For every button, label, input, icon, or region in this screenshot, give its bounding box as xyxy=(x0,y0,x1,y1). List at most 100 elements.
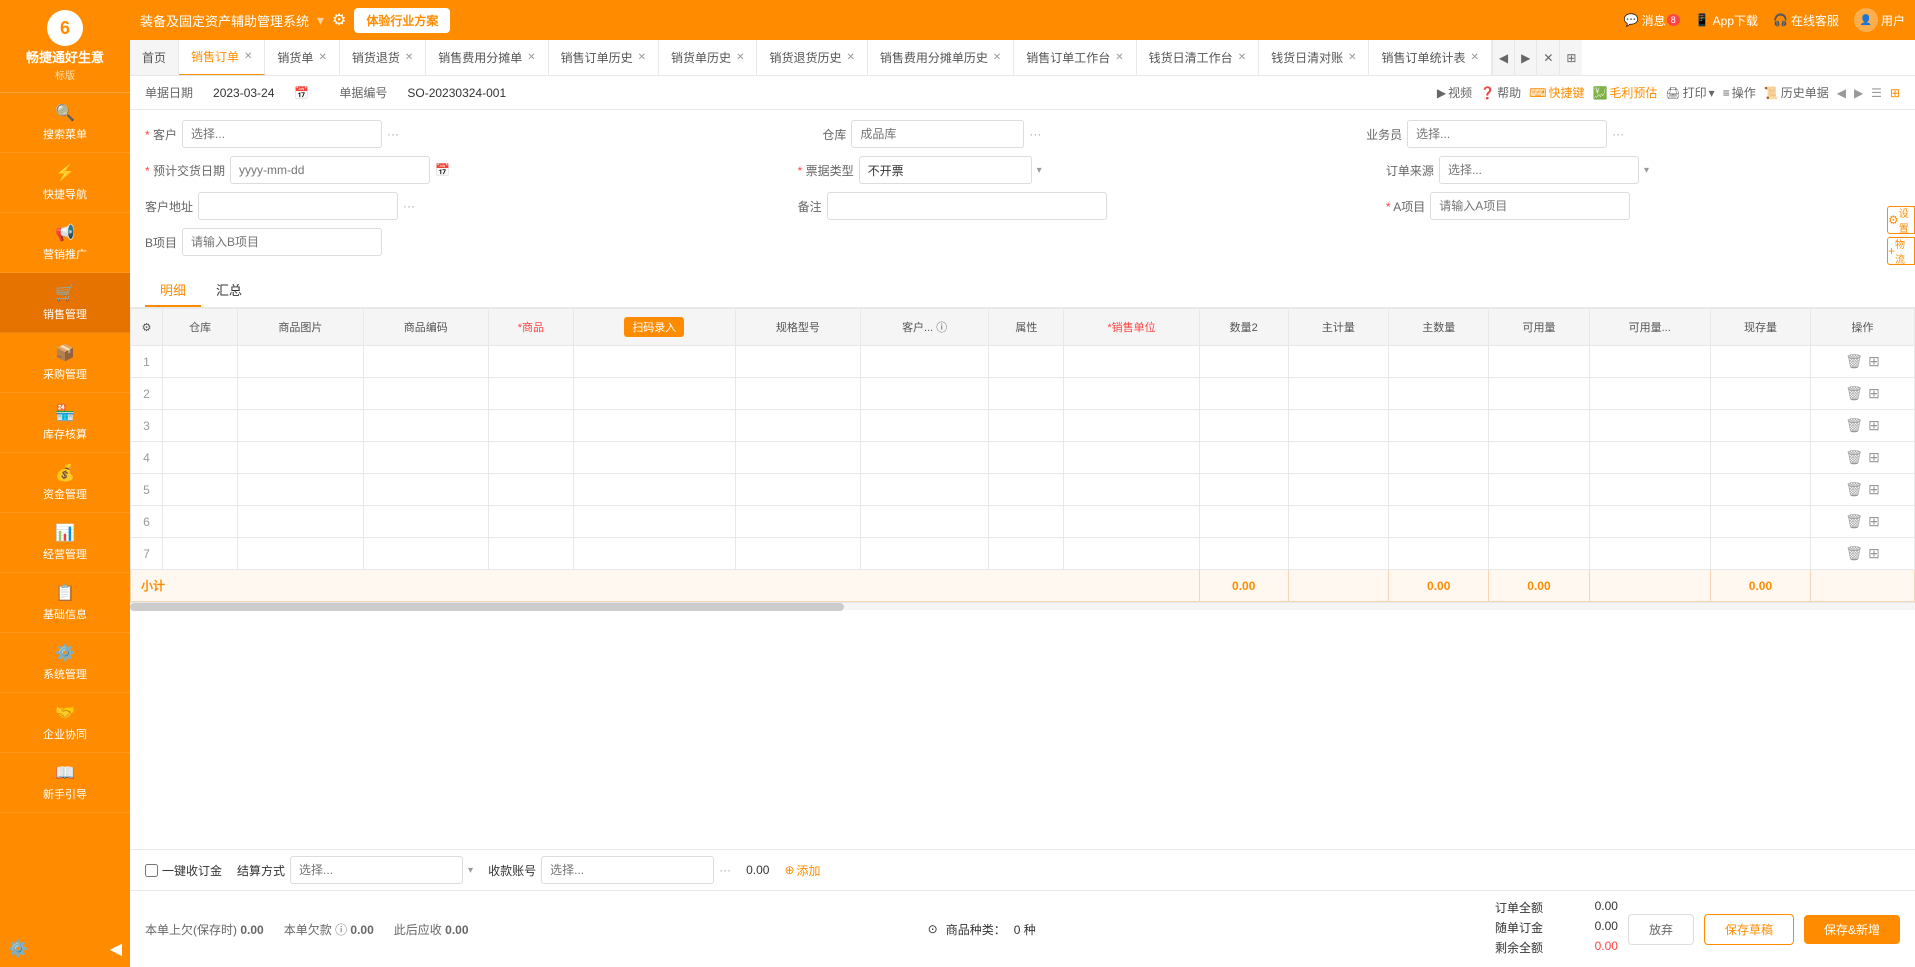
row-product[interactable] xyxy=(488,346,573,378)
col-settings-header[interactable]: ⚙ xyxy=(131,309,163,346)
calendar-icon[interactable]: 📅 xyxy=(294,86,309,100)
warehouse-input[interactable] xyxy=(851,120,1024,148)
row-product[interactable] xyxy=(488,410,573,442)
row-qty2[interactable] xyxy=(1199,378,1288,410)
tab-detail[interactable]: 明细 xyxy=(145,274,201,307)
row-image[interactable] xyxy=(238,378,363,410)
copy-icon[interactable]: ⊞ xyxy=(1868,385,1880,402)
row-main-qty[interactable] xyxy=(1389,346,1489,378)
row-available[interactable] xyxy=(1489,378,1589,410)
address-dots[interactable]: ··· xyxy=(403,199,415,213)
sidebar-item-inventory[interactable]: 🏪 库存核算 xyxy=(0,393,130,453)
row-code[interactable] xyxy=(363,346,488,378)
payment-method-input[interactable] xyxy=(290,856,463,884)
copy-icon[interactable]: ⊞ xyxy=(1868,449,1880,466)
scrollbar-thumb[interactable] xyxy=(130,603,844,611)
tab-sales-return[interactable]: 销货退货 ✕ xyxy=(340,40,426,76)
scan-button[interactable]: 扫码录入 xyxy=(624,317,684,337)
tab-sales-stats[interactable]: 销售订单统计表 ✕ xyxy=(1369,40,1491,76)
industry-plan-button[interactable]: 体验行业方案 xyxy=(354,8,450,33)
sidebar-item-system[interactable]: ⚙️ 系统管理 xyxy=(0,633,130,693)
row-qty2[interactable] xyxy=(1199,346,1288,378)
tab-home[interactable]: 首页 xyxy=(130,40,179,76)
row-customer-code[interactable] xyxy=(861,378,989,410)
copy-icon[interactable]: ⊞ xyxy=(1868,513,1880,530)
tab-sales-invoice-history[interactable]: 销货单历史 ✕ xyxy=(659,40,757,76)
copy-icon[interactable]: ⊞ xyxy=(1868,417,1880,434)
order-source-input[interactable] xyxy=(1439,156,1639,184)
sidebar-item-finance[interactable]: 💰 资金管理 xyxy=(0,453,130,513)
notes-input[interactable] xyxy=(827,192,1107,220)
settings-float-button[interactable]: ⚙ 设置 xyxy=(1887,206,1915,234)
row-image[interactable] xyxy=(238,346,363,378)
staff-dots[interactable]: ··· xyxy=(1612,127,1624,141)
sidebar-item-purchase[interactable]: 📦 采购管理 xyxy=(0,333,130,393)
list-view-icon[interactable]: ☰ xyxy=(1871,86,1882,100)
tab-sales-workbench[interactable]: 销售订单工作台 ✕ xyxy=(1014,40,1136,76)
delete-icon[interactable]: 🗑 xyxy=(1845,385,1863,402)
tab-close-icon[interactable]: ✕ xyxy=(638,52,646,63)
tab-close-icon[interactable]: ✕ xyxy=(846,52,854,63)
row-attr[interactable] xyxy=(989,346,1064,378)
tab-close-icon[interactable]: ✕ xyxy=(1471,52,1479,63)
customer-dots[interactable]: ··· xyxy=(387,127,399,141)
add-button[interactable]: ⊕ 添加 xyxy=(784,862,820,879)
tab-close-icon[interactable]: ✕ xyxy=(1238,52,1246,63)
sidebar-item-sales[interactable]: 🛒 销售管理 xyxy=(0,273,130,333)
settings-gear-icon[interactable]: ⚙ xyxy=(332,10,346,30)
order-source-dropdown-icon[interactable]: ▾ xyxy=(1644,165,1649,176)
account-input[interactable] xyxy=(541,856,714,884)
row-available2[interactable] xyxy=(1589,346,1710,378)
sidebar-collapse-icon[interactable]: ◀ xyxy=(110,939,122,959)
row-main-unit[interactable] xyxy=(1288,378,1388,410)
app-download-item[interactable]: 📱 App下载 xyxy=(1695,12,1758,29)
sidebar-settings-icon[interactable]: ⚙️ xyxy=(8,939,28,959)
row-warehouse[interactable] xyxy=(163,410,238,442)
row-customer-code[interactable] xyxy=(861,346,989,378)
copy-icon[interactable]: ⊞ xyxy=(1868,545,1880,562)
tab-sales-expense[interactable]: 销售费用分摊单 ✕ xyxy=(426,40,548,76)
tab-summary[interactable]: 汇总 xyxy=(201,274,257,307)
print-action[interactable]: 🖨 打印 ▾ xyxy=(1665,84,1714,101)
delete-icon[interactable]: 🗑 xyxy=(1845,353,1863,370)
sidebar-item-enterprise[interactable]: 🤝 企业协同 xyxy=(0,693,130,753)
tab-nav-more[interactable]: ✕ xyxy=(1536,40,1559,76)
next-record-icon[interactable]: ▶ xyxy=(1854,86,1863,100)
row-unit[interactable] xyxy=(1064,346,1199,378)
tab-nav-expand[interactable]: ⊞ xyxy=(1559,40,1582,76)
delivery-date-input[interactable] xyxy=(230,156,430,184)
delete-icon[interactable]: 🗑 xyxy=(1845,481,1863,498)
row-main-qty[interactable] xyxy=(1389,378,1489,410)
delete-icon[interactable]: 🗑 xyxy=(1845,417,1863,434)
tab-sales-order[interactable]: 销售订单 ✕ xyxy=(179,40,265,76)
warehouse-dots[interactable]: ··· xyxy=(1029,127,1041,141)
tab-close-icon[interactable]: ✕ xyxy=(318,52,326,63)
row-image[interactable] xyxy=(238,410,363,442)
logistics-float-button[interactable]: + 物流 xyxy=(1887,237,1915,265)
tab-expense-history[interactable]: 销售费用分摊单历史 ✕ xyxy=(868,40,1014,76)
account-dots[interactable]: ··· xyxy=(719,863,731,877)
profit-action[interactable]: 💹 毛利预估 xyxy=(1592,84,1657,101)
tab-sales-order-history[interactable]: 销售订单历史 ✕ xyxy=(549,40,659,76)
row-spec[interactable] xyxy=(735,378,860,410)
operations-action[interactable]: ≡ 操作 xyxy=(1723,84,1756,101)
invoice-type-input[interactable] xyxy=(859,156,1032,184)
tab-close-icon[interactable]: ✕ xyxy=(993,52,1001,63)
tab-close-icon[interactable]: ✕ xyxy=(405,52,413,63)
dropdown-arrow-icon[interactable]: ▾ xyxy=(317,12,324,29)
row-main-unit[interactable] xyxy=(1288,346,1388,378)
row-spec[interactable] xyxy=(735,346,860,378)
horizontal-scrollbar[interactable] xyxy=(130,602,1915,610)
one-click-checkbox[interactable] xyxy=(145,864,158,877)
tab-close-icon[interactable]: ✕ xyxy=(736,52,744,63)
row-available2[interactable] xyxy=(1589,378,1710,410)
sidebar-item-operations[interactable]: 📊 经营管理 xyxy=(0,513,130,573)
sidebar-item-marketing[interactable]: 📢 营销推广 xyxy=(0,213,130,273)
discard-button[interactable]: 放弃 xyxy=(1628,914,1694,945)
tab-close-icon[interactable]: ✕ xyxy=(1348,52,1356,63)
tab-close-icon[interactable]: ✕ xyxy=(1115,52,1123,63)
copy-icon[interactable]: ⊞ xyxy=(1868,353,1880,370)
row-warehouse[interactable] xyxy=(163,378,238,410)
b-project-input[interactable] xyxy=(182,228,382,256)
tab-daily-workbench[interactable]: 钱货日清工作台 ✕ xyxy=(1137,40,1259,76)
